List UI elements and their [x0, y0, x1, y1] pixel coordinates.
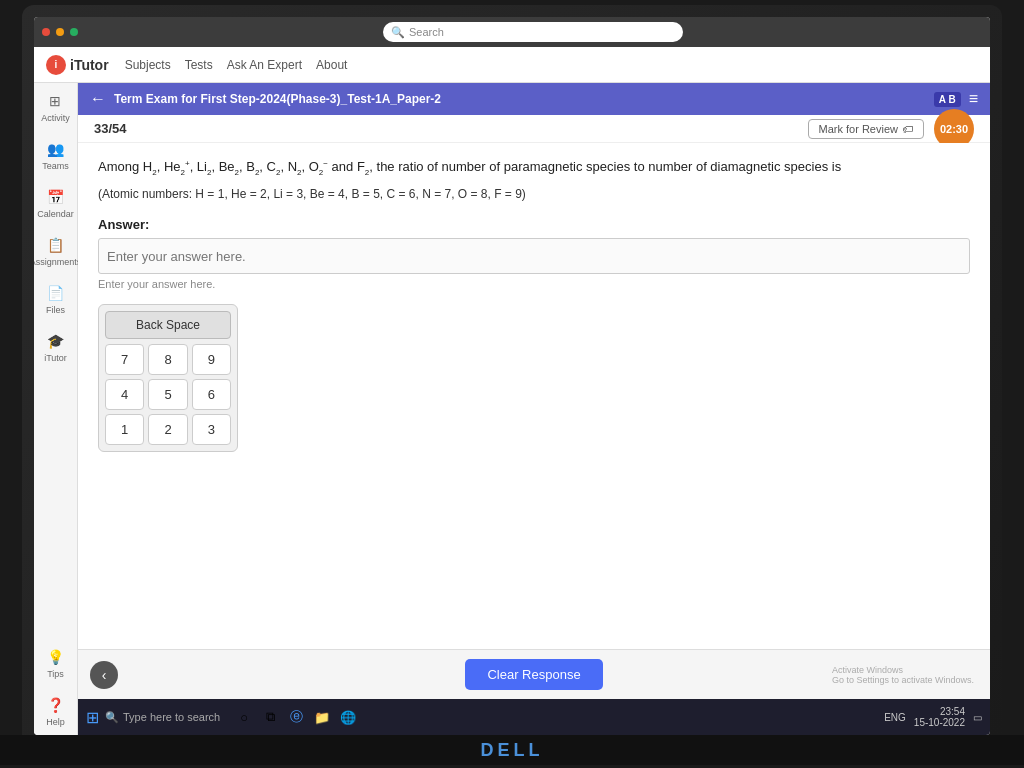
key-7[interactable]: 7: [105, 344, 144, 375]
files-icon: 📄: [46, 283, 66, 303]
activate-title: Activate Windows: [832, 665, 974, 675]
sidebar-tips-label: Tips: [47, 669, 64, 679]
activity-icon: ⊞: [45, 91, 65, 111]
answer-label: Answer:: [98, 217, 970, 232]
dell-logo: DELL: [481, 740, 544, 761]
taskbar-cortana-icon[interactable]: ○: [234, 707, 254, 727]
sidebar-item-assignments[interactable]: 📋 Assignments: [34, 235, 81, 267]
nav-prev-button[interactable]: ‹: [90, 661, 118, 689]
search-icon: 🔍: [391, 26, 405, 39]
search-text: Search: [409, 26, 444, 38]
main-content: ← Term Exam for First Step-2024(Phase-3)…: [78, 83, 990, 735]
teams-icon: 👥: [45, 139, 65, 159]
key-4[interactable]: 4: [105, 379, 144, 410]
atomic-numbers: (Atomic numbers: H = 1, He = 2, Li = 3, …: [98, 187, 526, 201]
key-5[interactable]: 5: [148, 379, 187, 410]
taskbar-icons: ○ ⧉ ⓔ 📁 🌐: [234, 707, 358, 727]
nav-ask-expert[interactable]: Ask An Expert: [227, 58, 302, 72]
windows-icon[interactable]: ⊞: [86, 708, 99, 727]
menu-icon[interactable]: ≡: [969, 90, 978, 108]
question-text: Among H2, He2+, Li2, Be2, B2, C2, N2, O2…: [98, 157, 970, 179]
nav-subjects[interactable]: Subjects: [125, 58, 171, 72]
app-logo: i iTutor: [46, 55, 109, 75]
sidebar-activity-label: Activity: [41, 113, 70, 123]
browser-bar: 🔍 Search: [34, 17, 990, 47]
question-body: Among H2, He2+, Li2, Be2, B2, C2, N2, O2…: [78, 143, 990, 649]
keypad-grid: 7 8 9 4 5 6 1 2 3: [105, 344, 231, 445]
sidebar-help-label: Help: [46, 717, 65, 727]
sidebar-item-tips[interactable]: 💡 Tips: [46, 647, 66, 679]
taskbar-show-desktop-icon[interactable]: ▭: [973, 712, 982, 723]
backspace-button[interactable]: Back Space: [105, 311, 231, 339]
sidebar-item-itutor[interactable]: 🎓 iTutor: [44, 331, 67, 363]
question-counter: 33/54: [94, 121, 127, 136]
clear-response-button[interactable]: Clear Response: [465, 659, 602, 690]
assignments-icon: 📋: [46, 235, 66, 255]
input-hint: Enter your answer here.: [98, 278, 970, 290]
date-value: 15-10-2022: [914, 717, 965, 728]
taskbar-explorer-icon[interactable]: 📁: [312, 707, 332, 727]
taskbar-time: 23:54 15-10-2022: [914, 706, 965, 728]
time-value: 23:54: [940, 706, 965, 717]
key-1[interactable]: 1: [105, 414, 144, 445]
calendar-icon: 📅: [46, 187, 66, 207]
taskbar: ⊞ 🔍 Type here to search ○ ⧉ ⓔ 📁 🌐 ENG: [78, 699, 990, 735]
atomic-numbers-text: (Atomic numbers: H = 1, He = 2, Li = 3, …: [98, 185, 970, 203]
nav-tests[interactable]: Tests: [185, 58, 213, 72]
taskbar-search[interactable]: 🔍 Type here to search: [105, 711, 220, 724]
dell-logo-strip: DELL: [0, 735, 1024, 765]
key-3[interactable]: 3: [192, 414, 231, 445]
taskbar-app-icon[interactable]: 🌐: [338, 707, 358, 727]
content-area: ⊞ Activity 👥 Teams 📅 Calendar 📋 Assignme…: [34, 83, 990, 735]
question-counter-bar: 33/54 Mark for Review 🏷 02:30: [78, 115, 990, 143]
sidebar-item-files[interactable]: 📄 Files: [46, 283, 66, 315]
mark-review-label: Mark for Review: [819, 123, 898, 135]
sidebar-assignments-label: Assignments: [34, 257, 81, 267]
sidebar: ⊞ Activity 👥 Teams 📅 Calendar 📋 Assignme…: [34, 83, 78, 735]
test-header-right: A B ≡: [934, 90, 978, 108]
taskbar-task-icon[interactable]: ⧉: [260, 707, 280, 727]
taskbar-lang: ENG: [884, 712, 906, 723]
test-title: Term Exam for First Step-2024(Phase-3)_T…: [114, 92, 926, 106]
nav-about[interactable]: About: [316, 58, 347, 72]
itutor-icon: 🎓: [45, 331, 65, 351]
prev-icon[interactable]: ‹: [90, 661, 118, 689]
key-6[interactable]: 6: [192, 379, 231, 410]
sidebar-item-teams[interactable]: 👥 Teams: [42, 139, 69, 171]
close-btn[interactable]: [42, 28, 50, 36]
tips-icon: 💡: [46, 647, 66, 667]
answer-input[interactable]: [98, 238, 970, 274]
taskbar-right: ENG 23:54 15-10-2022 ▭: [884, 706, 982, 728]
taskbar-edge-icon[interactable]: ⓔ: [286, 707, 306, 727]
nav-menu: Subjects Tests Ask An Expert About: [125, 58, 348, 72]
back-arrow-icon[interactable]: ←: [90, 90, 106, 108]
taskbar-search-icon: 🔍: [105, 711, 119, 724]
numeric-keypad: Back Space 7 8 9 4 5 6 1 2 3: [98, 304, 238, 452]
sidebar-item-activity[interactable]: ⊞ Activity: [41, 91, 70, 123]
logo-icon: i: [46, 55, 66, 75]
ab-badge: A B: [934, 92, 961, 107]
sidebar-itutor-label: iTutor: [44, 353, 67, 363]
key-2[interactable]: 2: [148, 414, 187, 445]
help-icon: ❓: [46, 695, 66, 715]
app-name: iTutor: [70, 57, 109, 73]
sidebar-calendar-label: Calendar: [37, 209, 74, 219]
sidebar-item-calendar[interactable]: 📅 Calendar: [37, 187, 74, 219]
app-header: i iTutor Subjects Tests Ask An Expert Ab…: [34, 47, 990, 83]
key-8[interactable]: 8: [148, 344, 187, 375]
activate-desc: Go to Settings to activate Windows.: [832, 675, 974, 685]
key-9[interactable]: 9: [192, 344, 231, 375]
mark-review-button[interactable]: Mark for Review 🏷: [808, 119, 924, 139]
browser-search-bar[interactable]: 🔍 Search: [383, 22, 683, 42]
timer-value: 02:30: [940, 123, 968, 135]
minimize-btn[interactable]: [56, 28, 64, 36]
taskbar-search-text: Type here to search: [123, 711, 220, 723]
maximize-btn[interactable]: [70, 28, 78, 36]
sidebar-item-help[interactable]: ❓ Help: [46, 695, 66, 727]
bottom-bar: ‹ Clear Response Activate Windows Go to …: [78, 649, 990, 699]
sidebar-teams-label: Teams: [42, 161, 69, 171]
bookmark-icon: 🏷: [902, 123, 913, 135]
activate-windows-text: Activate Windows Go to Settings to activ…: [832, 665, 974, 685]
sidebar-files-label: Files: [46, 305, 65, 315]
